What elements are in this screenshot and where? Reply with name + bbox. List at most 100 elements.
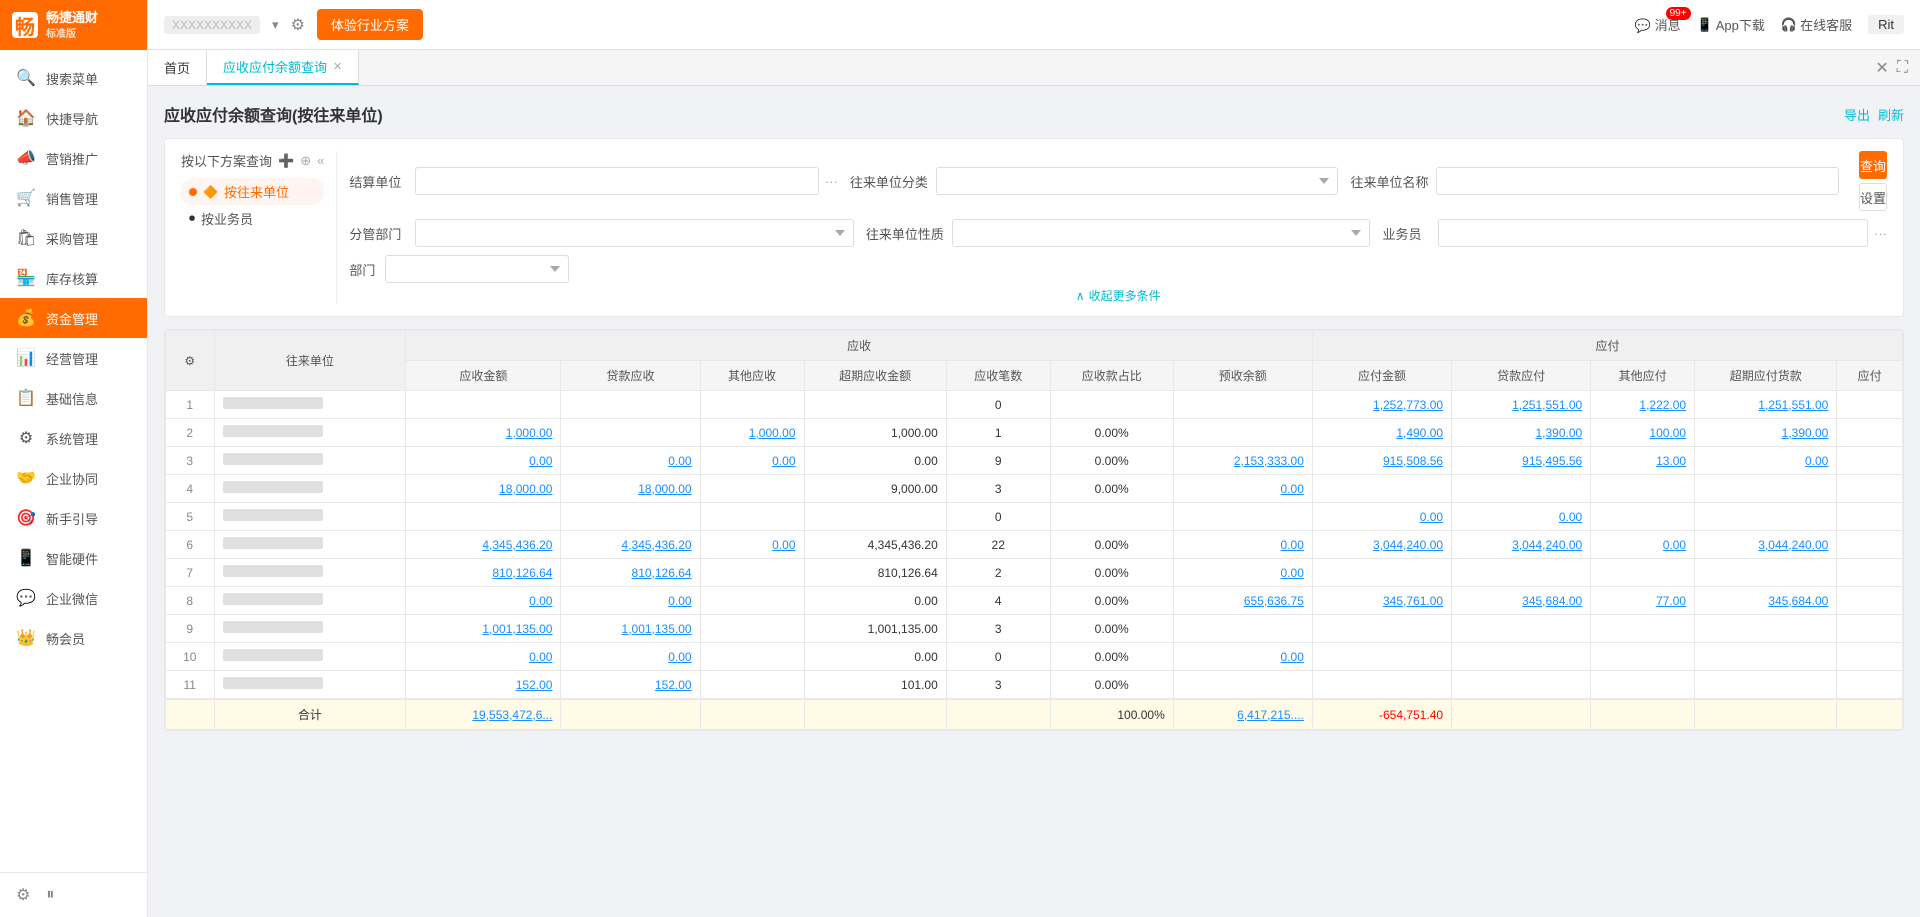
row-prepaid-balance[interactable]: 0.00 (1173, 475, 1312, 503)
row-loan-payable[interactable]: 345,684.00 (1452, 587, 1591, 615)
row-other-payable[interactable]: 77.00 (1591, 587, 1695, 615)
row-payable-amount[interactable]: 0.00 (1312, 503, 1451, 531)
sidebar-item-hardware[interactable]: 📱智能硬件 (0, 538, 147, 578)
row-overdue-payable[interactable]: 1,251,551.00 (1695, 391, 1837, 419)
row-loan-payable[interactable]: 0.00 (1452, 503, 1591, 531)
row-loan-payable[interactable]: 915,495.56 (1452, 447, 1591, 475)
tab-expand-btn[interactable]: ⛶ (1897, 59, 1908, 77)
row-payable-amount[interactable]: 1,490.00 (1312, 419, 1451, 447)
row-other-receivable[interactable]: 1,000.00 (700, 419, 804, 447)
sidebar-item-wechat[interactable]: 💬企业微信 (0, 578, 147, 618)
settlement-dotdot-icon[interactable]: ··· (825, 174, 838, 189)
row-overdue-payable[interactable]: 1,390.00 (1695, 419, 1837, 447)
row-prepaid-balance[interactable]: 0.00 (1173, 643, 1312, 671)
sidebar-item-finance[interactable]: 💰资金管理 (0, 298, 147, 338)
row-receivable-amount[interactable]: 1,000.00 (406, 419, 561, 447)
partner-name-input[interactable] (1436, 167, 1839, 195)
footer-prepaid-total[interactable]: 6,417,215.... (1173, 699, 1312, 730)
row-prepaid-balance[interactable]: 0.00 (1173, 531, 1312, 559)
row-receivable-amount[interactable]: 4,345,436.20 (406, 531, 561, 559)
row-loan-receivable[interactable]: 152.00 (561, 671, 700, 700)
collapse-scheme-icon[interactable]: « (317, 153, 324, 168)
sidebar-item-member[interactable]: 👑畅会员 (0, 618, 147, 658)
row-receivable-amount[interactable]: 0.00 (406, 643, 561, 671)
row-receivable-amount[interactable]: 152.00 (406, 671, 561, 700)
row-receivable-amount[interactable]: 0.00 (406, 447, 561, 475)
row-loan-payable[interactable]: 1,390.00 (1452, 419, 1591, 447)
th-settings[interactable]: ⚙ (166, 331, 215, 391)
row-loan-receivable[interactable]: 18,000.00 (561, 475, 700, 503)
app-download[interactable]: 📱 App下载 (1697, 15, 1765, 34)
row-other-payable[interactable]: 0.00 (1591, 531, 1695, 559)
notification-wrap[interactable]: 💬 消息 99+ (1635, 15, 1681, 34)
sidebar-item-purchase[interactable]: 🛍采购管理 (0, 218, 147, 258)
row-loan-receivable[interactable]: 810,126.64 (561, 559, 700, 587)
row-overdue-payable[interactable]: 0.00 (1695, 447, 1837, 475)
sidebar-item-operations[interactable]: 📊经营管理 (0, 338, 147, 378)
row-receivable-amount[interactable]: 18,000.00 (406, 475, 561, 503)
row-receivable-amount[interactable]: 0.00 (406, 587, 561, 615)
sidebar-item-warehouse[interactable]: 🏪库存核算 (0, 258, 147, 298)
row-other-receivable[interactable]: 0.00 (700, 447, 804, 475)
row-loan-receivable[interactable]: 4,345,436.20 (561, 531, 700, 559)
footer-settings-icon[interactable]: ⚙ (16, 885, 30, 905)
row-loan-payable[interactable]: 3,044,240.00 (1452, 531, 1591, 559)
row-loan-receivable[interactable]: 0.00 (561, 447, 700, 475)
promo-button[interactable]: 体验行业方案 (317, 9, 423, 40)
dept-select[interactable] (415, 219, 854, 247)
row-payable-amount[interactable]: 345,761.00 (1312, 587, 1451, 615)
salesman-dotdot-icon[interactable]: ··· (1874, 226, 1887, 241)
row-other-payable[interactable]: 1,222.00 (1591, 391, 1695, 419)
row-loan-receivable[interactable]: 0.00 (561, 587, 700, 615)
refresh-button[interactable]: 刷新 (1878, 105, 1904, 124)
row-overdue-payable[interactable]: 3,044,240.00 (1695, 531, 1837, 559)
tab-close-query[interactable]: ✕ (333, 60, 342, 73)
partner-category-select[interactable] (936, 167, 1339, 195)
salesman-input[interactable] (1438, 219, 1868, 247)
settlement-input[interactable] (415, 167, 819, 195)
row-receivable-amount[interactable]: 810,126.64 (406, 559, 561, 587)
settings-scheme-icon[interactable]: ⊕ (300, 153, 311, 169)
topbar-chevron-icon[interactable]: ▾ (272, 17, 279, 33)
scheme-by-partner[interactable]: 🔶 按往来单位 (181, 178, 324, 205)
sidebar-item-search[interactable]: 🔍搜索菜单 (0, 58, 147, 98)
tab-query[interactable]: 应收应付余额查询✕ (207, 50, 359, 85)
row-payable-amount[interactable]: 915,508.56 (1312, 447, 1451, 475)
row-loan-payable[interactable]: 1,251,551.00 (1452, 391, 1591, 419)
filter-collapse-btn[interactable]: ∧ 收起更多条件 (349, 287, 1887, 304)
subdept-select[interactable] (385, 255, 569, 283)
partner-nature-select[interactable] (952, 219, 1371, 247)
tab-home[interactable]: 首页 (148, 50, 207, 85)
sidebar-item-quicknav[interactable]: 🏠快捷导航 (0, 98, 147, 138)
row-overdue-payable[interactable]: 345,684.00 (1695, 587, 1837, 615)
sidebar-item-sales[interactable]: 🛒销售管理 (0, 178, 147, 218)
row-prepaid-balance[interactable]: 655,636.75 (1173, 587, 1312, 615)
sidebar-item-basic[interactable]: 📋基础信息 (0, 378, 147, 418)
row-receivable-amount[interactable]: 1,001,135.00 (406, 615, 561, 643)
sidebar-item-guide[interactable]: 🎯新手引导 (0, 498, 147, 538)
settings-button[interactable]: 设置 (1859, 183, 1887, 211)
row-other-payable[interactable]: 100.00 (1591, 419, 1695, 447)
scheme-by-salesman[interactable]: ⏺ 按业务员 (181, 205, 324, 232)
online-service[interactable]: 🎧 在线客服 (1781, 15, 1852, 34)
row-prepaid-balance[interactable]: 2,153,333.00 (1173, 447, 1312, 475)
sidebar-item-system[interactable]: ⚙系统管理 (0, 418, 147, 458)
row-loan-receivable[interactable]: 0.00 (561, 643, 700, 671)
row-loan-receivable[interactable]: 1,001,135.00 (561, 615, 700, 643)
row-payable-amount[interactable]: 3,044,240.00 (1312, 531, 1451, 559)
table-settings-icon[interactable]: ⚙ (184, 354, 195, 368)
tab-close-btn[interactable]: ✕ (1875, 58, 1888, 78)
row-other-receivable[interactable]: 0.00 (700, 531, 804, 559)
topbar-gear-icon[interactable]: ⚙ (291, 15, 305, 35)
query-button[interactable]: 查询 (1859, 151, 1887, 179)
row-other-payable[interactable]: 13.00 (1591, 447, 1695, 475)
add-scheme-icon[interactable]: ➕ (278, 153, 294, 169)
footer-collapse-icon[interactable]: ⏸ (46, 886, 54, 904)
sidebar-item-marketing[interactable]: 📣营销推广 (0, 138, 147, 178)
row-prepaid-balance[interactable]: 0.00 (1173, 559, 1312, 587)
export-button[interactable]: 导出 (1844, 105, 1870, 124)
row-payable-amount[interactable]: 1,252,773.00 (1312, 391, 1451, 419)
footer-receivable-total[interactable]: 19,553,472,6... (406, 699, 561, 730)
username[interactable]: Rit (1868, 15, 1904, 34)
sidebar-item-enterprise[interactable]: 🤝企业协同 (0, 458, 147, 498)
